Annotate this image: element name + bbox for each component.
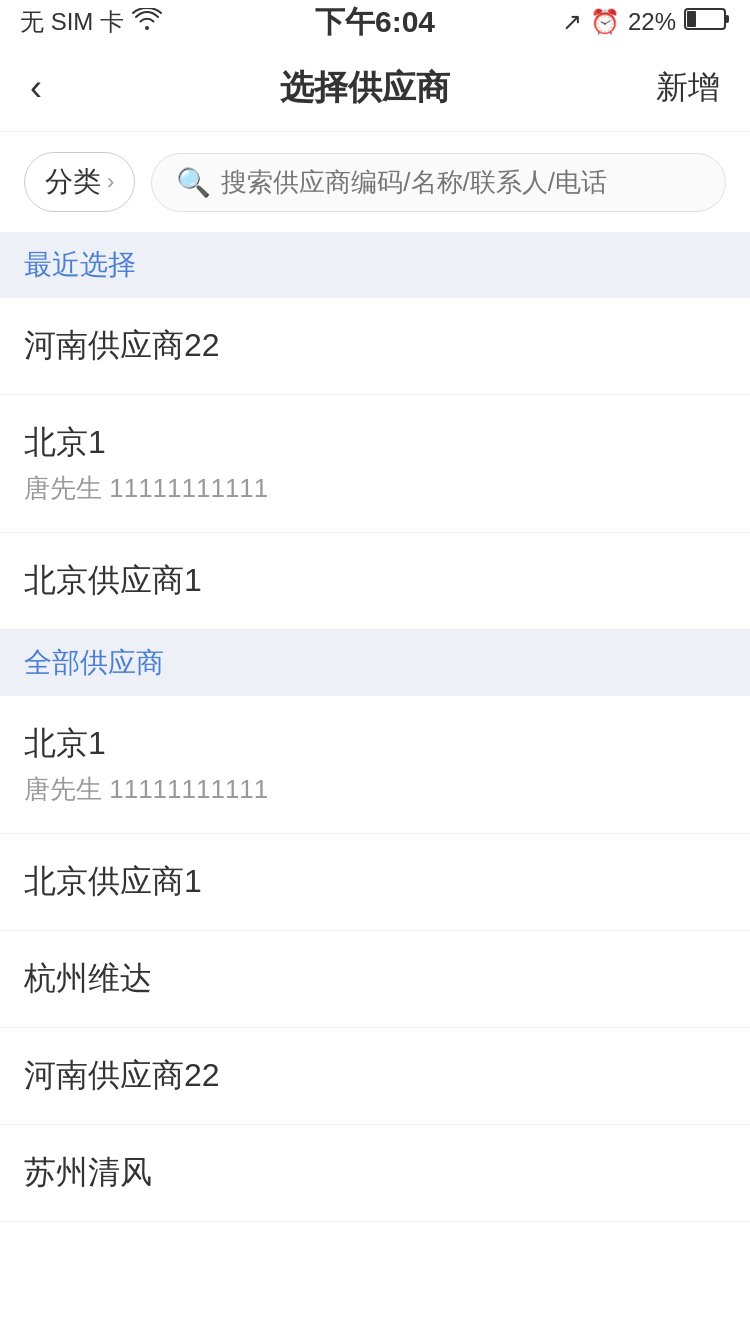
location-icon: ↗ (562, 8, 582, 36)
category-button[interactable]: 分类 › (24, 152, 135, 212)
list-item-1-1[interactable]: 北京供应商1 (0, 834, 750, 931)
alarm-icon: ⏰ (590, 8, 620, 36)
list-item-name-1-2: 杭州维达 (24, 957, 726, 1001)
list-item-1-4[interactable]: 苏州清风 (0, 1125, 750, 1222)
list-item-1-2[interactable]: 杭州维达 (0, 931, 750, 1028)
list-item-0-1[interactable]: 北京1 唐先生 11111111111 (0, 395, 750, 533)
category-arrow-icon: › (107, 169, 114, 195)
search-input-wrap[interactable]: 🔍 (151, 153, 726, 212)
search-icon: 🔍 (176, 166, 211, 199)
list-item-0-2[interactable]: 北京供应商1 (0, 533, 750, 630)
status-left: 无 SIM 卡 (20, 6, 162, 38)
section-header-1: 全部供应商 (0, 630, 750, 696)
list-item-1-3[interactable]: 河南供应商22 (0, 1028, 750, 1125)
category-label: 分类 (45, 163, 101, 201)
section-header-0: 最近选择 (0, 232, 750, 298)
svg-rect-1 (687, 11, 696, 27)
battery-text: 22% (628, 8, 676, 36)
search-area: 分类 › 🔍 (0, 132, 750, 232)
svg-rect-2 (725, 15, 729, 23)
list-item-name-0-2: 北京供应商1 (24, 559, 726, 603)
list-item-name-0-0: 河南供应商22 (24, 324, 726, 368)
add-button[interactable]: 新增 (640, 66, 720, 110)
section-header-text-0: 最近选择 (24, 249, 136, 280)
list-item-name-1-0: 北京1 (24, 722, 726, 766)
status-right: ↗ ⏰ 22% (562, 7, 730, 37)
nav-bar: ‹ 选择供应商 新增 (0, 44, 750, 132)
battery-icon (684, 7, 730, 37)
list-item-1-0[interactable]: 北京1 唐先生 11111111111 (0, 696, 750, 834)
list-item-name-1-1: 北京供应商1 (24, 860, 726, 904)
list-item-sub-0-1: 唐先生 11111111111 (24, 471, 726, 506)
back-button[interactable]: ‹ (30, 67, 90, 109)
search-input[interactable] (221, 167, 701, 198)
status-bar: 无 SIM 卡 下午6:04 ↗ ⏰ 22% (0, 0, 750, 44)
section-header-text-1: 全部供应商 (24, 647, 164, 678)
list-item-sub-1-0: 唐先生 11111111111 (24, 772, 726, 807)
list-item-0-0[interactable]: 河南供应商22 (0, 298, 750, 395)
status-time: 下午6:04 (315, 2, 435, 43)
wifi-icon (132, 8, 162, 36)
page-title: 选择供应商 (280, 65, 450, 111)
list-item-name-1-4: 苏州清风 (24, 1151, 726, 1195)
list-container: 最近选择河南供应商22 北京1 唐先生 11111111111 北京供应商1 全部供应商… (0, 232, 750, 1222)
list-item-name-1-3: 河南供应商22 (24, 1054, 726, 1098)
list-item-name-0-1: 北京1 (24, 421, 726, 465)
no-sim-text: 无 SIM 卡 (20, 6, 124, 38)
